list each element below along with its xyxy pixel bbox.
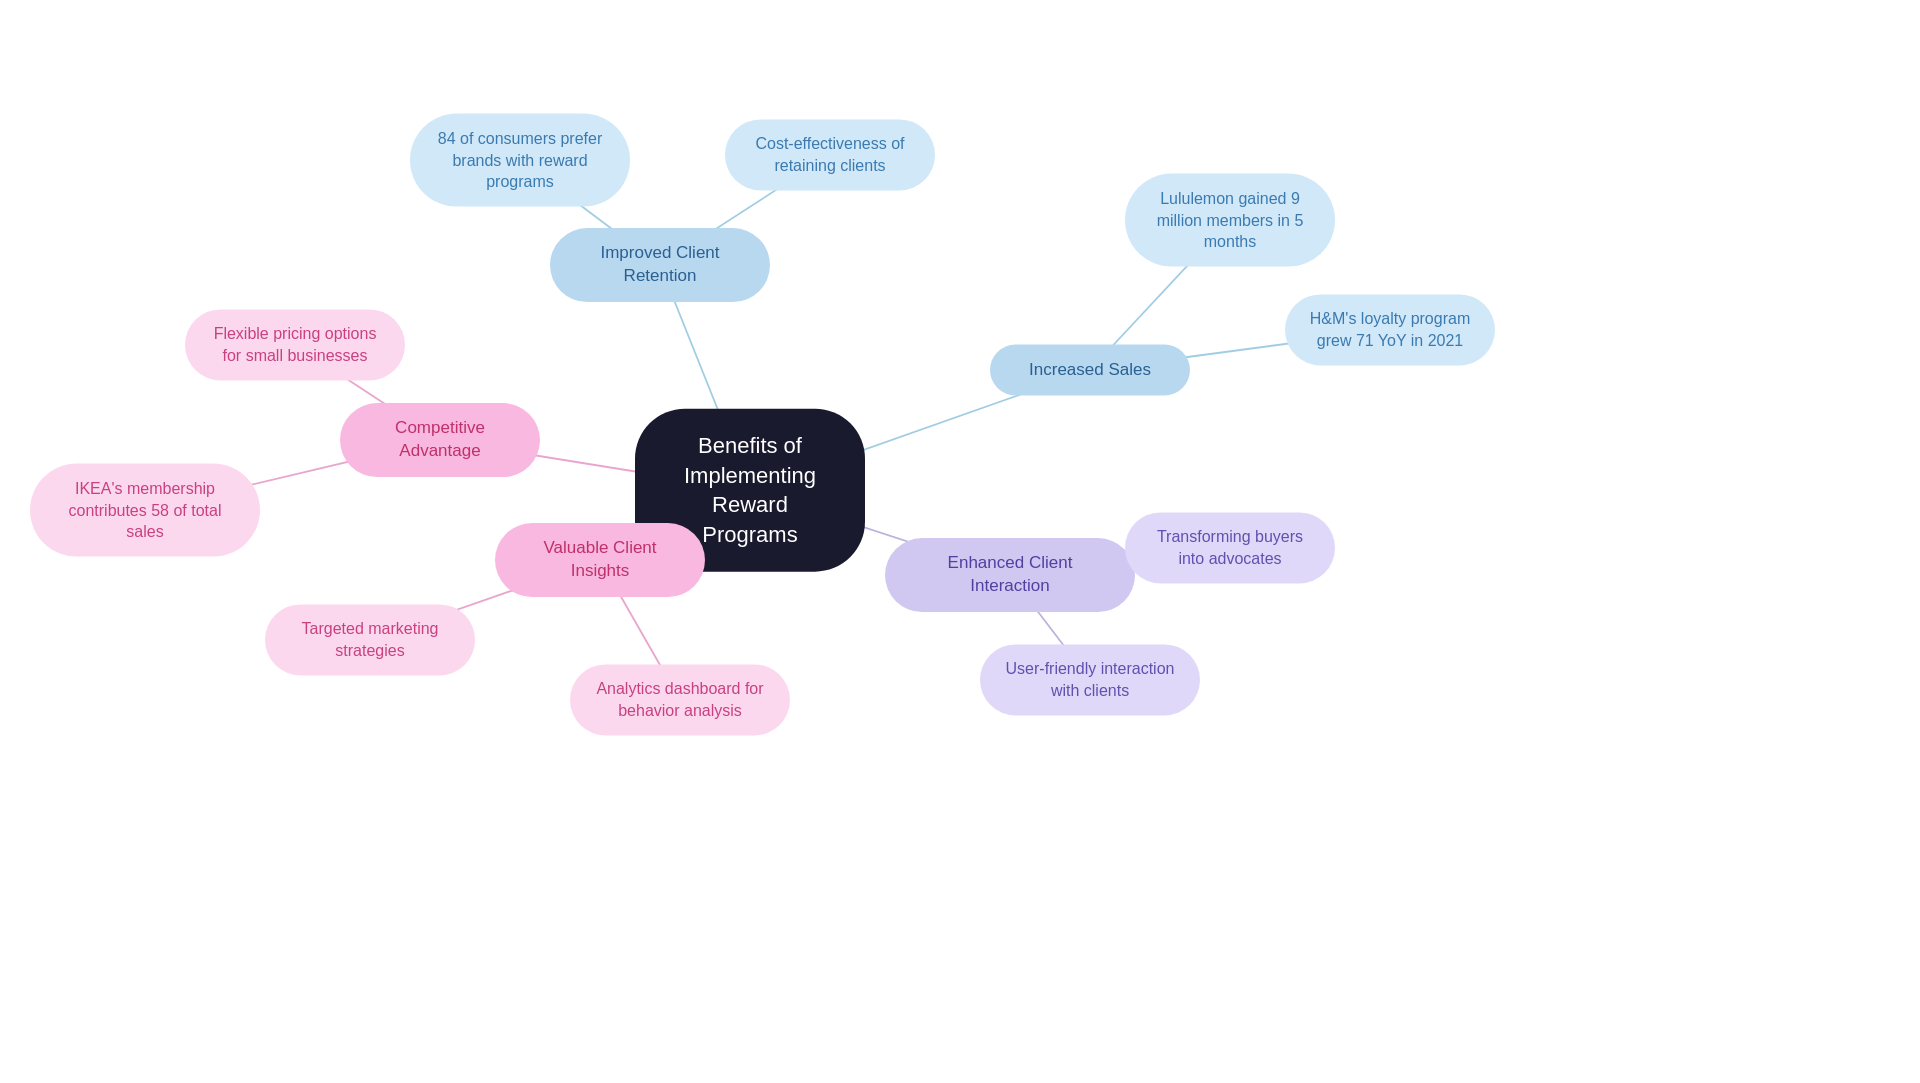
node-user-friendly: User-friendly interaction with clients	[980, 644, 1200, 715]
node-enhanced-interaction: Enhanced Client Interaction	[885, 538, 1135, 612]
node-analytics-dashboard: Analytics dashboard for behavior analysi…	[570, 664, 790, 735]
node-hm-loyalty: H&M's loyalty program grew 71 YoY in 202…	[1285, 294, 1495, 365]
node-cost-effectiveness: Cost-effectiveness of retaining clients	[725, 119, 935, 190]
node-ikea-membership: IKEA's membership contributes 58 of tota…	[30, 464, 260, 557]
node-increased-sales: Increased Sales	[990, 345, 1190, 396]
node-valuable-insights: Valuable Client Insights	[495, 523, 705, 597]
node-lululemon: Lululemon gained 9 million members in 5 …	[1125, 174, 1335, 267]
node-targeted-marketing: Targeted marketing strategies	[265, 604, 475, 675]
node-flexible-pricing: Flexible pricing options for small busin…	[185, 309, 405, 380]
node-competitive-advantage: Competitive Advantage	[340, 403, 540, 477]
mindmap-container: Benefits of Implementing Reward Programs…	[0, 0, 1920, 1083]
node-consumers-prefer: 84 of consumers prefer brands with rewar…	[410, 114, 630, 207]
node-improved-retention: Improved Client Retention	[550, 228, 770, 302]
node-transforming-buyers: Transforming buyers into advocates	[1125, 512, 1335, 583]
